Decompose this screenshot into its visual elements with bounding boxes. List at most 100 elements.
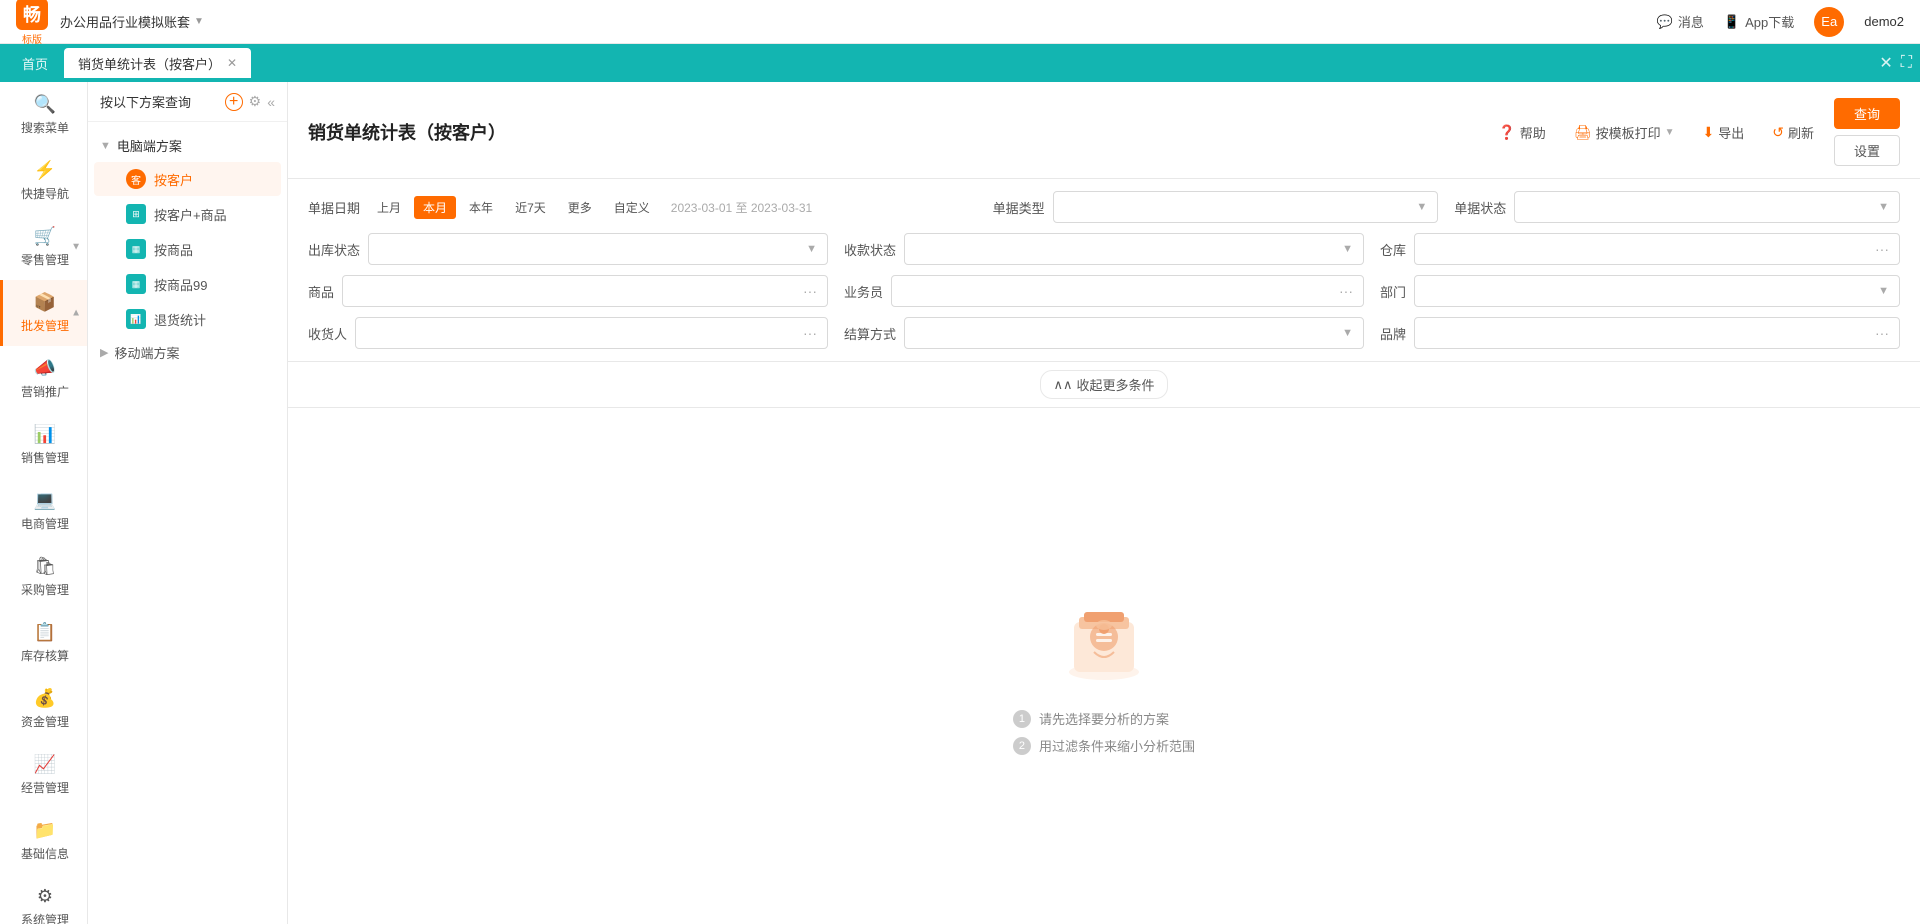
- export-button[interactable]: ⬇ 导出: [1694, 119, 1752, 146]
- brand-input[interactable]: ···: [1414, 317, 1900, 349]
- hint-num-1: 1: [1013, 710, 1031, 728]
- wholesale-arrow-icon: ▲: [71, 308, 81, 319]
- filter-field-doc-status: 单据状态 ▼: [1454, 191, 1900, 223]
- warehouse-input[interactable]: ···: [1414, 233, 1900, 265]
- sidebar-item-ecommerce[interactable]: 💻 电商管理: [0, 478, 87, 544]
- logo-area[interactable]: 畅 标版: [16, 0, 48, 46]
- tab-home[interactable]: 首页: [8, 48, 62, 78]
- sidebar-item-inventory[interactable]: 📋 库存核算: [0, 610, 87, 676]
- filter-field-date: 单据日期 上月 本月 本年 近7天 更多 自定义 2023-03-01 至 20…: [308, 196, 977, 219]
- scheme-item-by-customer-product[interactable]: ⊞ 按客户+商品: [94, 197, 281, 231]
- wholesale-label: 批发管理: [21, 317, 69, 334]
- by-customer-label: 按客户: [154, 170, 193, 189]
- operations-label: 经营管理: [21, 779, 69, 796]
- scheme-group-desktop-header[interactable]: ▼ 电脑端方案: [88, 130, 287, 161]
- tab-close-all-icon[interactable]: ✕: [1879, 53, 1892, 73]
- receiver-input[interactable]: ···: [355, 317, 828, 349]
- sidebar-item-quick-nav[interactable]: ⚡ 快捷导航: [0, 148, 87, 214]
- date-shortcut-7days[interactable]: 近7天: [506, 196, 555, 219]
- filter-field-doc-type: 单据类型 ▼: [993, 191, 1439, 223]
- message-button[interactable]: 💬 消息: [1657, 12, 1704, 31]
- doc-type-arrow-icon: ▼: [1416, 201, 1427, 213]
- sidebar-item-purchase[interactable]: 🛍 采购管理: [0, 544, 87, 610]
- tab-home-label: 首页: [22, 54, 48, 73]
- return-stat-icon: 📊: [126, 309, 146, 329]
- product-input[interactable]: ···: [342, 275, 828, 307]
- scheme-setting-icon[interactable]: ⚙: [249, 93, 262, 110]
- salesperson-input[interactable]: ···: [891, 275, 1364, 307]
- settlement-input[interactable]: ▼: [904, 317, 1364, 349]
- sidebar-item-search-menu[interactable]: 🔍 搜索菜单: [0, 82, 87, 148]
- scheme-tree: ▼ 电脑端方案 客 按客户 ⊞ 按客户+商品 ▦: [88, 122, 287, 924]
- base-info-icon: 📁: [34, 820, 56, 841]
- query-button[interactable]: 查询: [1834, 98, 1900, 129]
- warehouse-dots-icon[interactable]: ···: [1875, 241, 1889, 257]
- refresh-label: 刷新: [1788, 123, 1814, 142]
- doc-status-input[interactable]: ▼: [1514, 191, 1900, 223]
- tab-sales-stat[interactable]: 销货单统计表（按客户） ✕: [64, 48, 251, 78]
- logo-icon: 畅: [16, 0, 48, 30]
- date-shortcut-custom[interactable]: 自定义: [605, 196, 659, 219]
- workspace-selector[interactable]: 办公用品行业模拟账套 ▼: [60, 12, 204, 31]
- user-avatar[interactable]: Ea: [1814, 7, 1844, 37]
- tab-maximize-icon[interactable]: ⛶: [1901, 54, 1912, 72]
- filter-field-department: 部门 ▼: [1380, 275, 1900, 307]
- department-input[interactable]: ▼: [1414, 275, 1900, 307]
- tab-close-icon[interactable]: ✕: [227, 56, 237, 70]
- empty-hints: 1 请先选择要分析的方案 2 用过滤条件来缩小分析范围: [1013, 709, 1195, 755]
- filter-row-4: 收货人 ··· 结算方式 ▼ 品牌: [308, 317, 1900, 349]
- filter-field-salesperson: 业务员 ···: [844, 275, 1364, 307]
- brand-dots-icon[interactable]: ···: [1875, 325, 1889, 341]
- sidebar-item-operations[interactable]: 📈 经营管理: [0, 742, 87, 808]
- sidebar-item-sales[interactable]: 📊 销售管理: [0, 412, 87, 478]
- date-shortcut-this-year[interactable]: 本年: [460, 196, 502, 219]
- sidebar-item-marketing[interactable]: 📣 营销推广: [0, 346, 87, 412]
- date-range-text: 2023-03-01 至 2023-03-31: [671, 199, 812, 216]
- sidebar-item-retail[interactable]: 🛒 零售管理 ▼: [0, 214, 87, 280]
- sidebar-item-base-info[interactable]: 📁 基础信息: [0, 808, 87, 874]
- scheme-item-by-product[interactable]: ▦ 按商品: [94, 232, 281, 266]
- scheme-item-return-stat[interactable]: 📊 退货统计: [94, 302, 281, 336]
- date-shortcut-this-month[interactable]: 本月: [414, 196, 456, 219]
- by-product99-icon: ▦: [126, 274, 146, 294]
- product-label: 商品: [308, 282, 334, 301]
- settings-button[interactable]: 设置: [1834, 135, 1900, 166]
- department-arrow-icon: ▼: [1878, 285, 1889, 297]
- collapse-more-button[interactable]: ∧∧ 收起更多条件: [1040, 370, 1167, 399]
- sidebar-item-system[interactable]: ⚙ 系统管理: [0, 874, 87, 924]
- date-shortcut-last-month[interactable]: 上月: [368, 196, 410, 219]
- marketing-label: 营销推广: [21, 383, 69, 400]
- collapse-more-label: 收起更多条件: [1077, 375, 1155, 394]
- outstock-input[interactable]: ▼: [368, 233, 828, 265]
- inventory-label: 库存核算: [21, 647, 69, 664]
- user-name[interactable]: demo2: [1864, 14, 1904, 29]
- collapse-more-area: ∧∧ 收起更多条件: [288, 362, 1920, 408]
- date-shortcut-more[interactable]: 更多: [559, 196, 601, 219]
- tab-bar-actions: ✕ ⛶: [1879, 53, 1912, 73]
- sidebar-item-finance[interactable]: 💰 资金管理: [0, 676, 87, 742]
- payment-label: 收款状态: [844, 240, 896, 259]
- app-download-button[interactable]: 📱 App下载: [1724, 12, 1794, 31]
- salesperson-dots-icon[interactable]: ···: [1339, 283, 1353, 299]
- help-icon: ❓: [1498, 124, 1515, 141]
- print-button[interactable]: 🖨 按模板打印 ▼: [1566, 119, 1683, 146]
- doc-type-input[interactable]: ▼: [1053, 191, 1439, 223]
- retail-icon: 🛒: [34, 226, 56, 247]
- scheme-item-by-customer[interactable]: 客 按客户: [94, 162, 281, 196]
- sidebar-item-wholesale[interactable]: 📦 批发管理 ▲: [0, 280, 87, 346]
- scheme-group-mobile-header[interactable]: ▶ 移动端方案: [88, 337, 287, 368]
- receiver-dots-icon[interactable]: ···: [803, 325, 817, 341]
- refresh-button[interactable]: ↺ 刷新: [1764, 119, 1822, 146]
- scheme-item-by-product99[interactable]: ▦ 按商品99: [94, 267, 281, 301]
- product-dots-icon[interactable]: ···: [803, 283, 817, 299]
- payment-input[interactable]: ▼: [904, 233, 1364, 265]
- help-button[interactable]: ❓ 帮助: [1490, 119, 1553, 146]
- by-customer-product-label: 按客户+商品: [154, 205, 227, 224]
- main-content-area: 销货单统计表（按客户） ❓ 帮助 🖨 按模板打印 ▼ ⬇: [288, 82, 1920, 924]
- scheme-collapse-icon[interactable]: «: [267, 94, 275, 110]
- salesperson-label: 业务员: [844, 282, 883, 301]
- export-label: 导出: [1718, 123, 1744, 142]
- page-actions: ❓ 帮助 🖨 按模板打印 ▼ ⬇ 导出 ↺: [1490, 98, 1900, 166]
- top-nav: 畅 标版 办公用品行业模拟账套 ▼ 💬 消息 📱 App下载 Ea demo2: [0, 0, 1920, 44]
- scheme-add-button[interactable]: +: [225, 93, 243, 111]
